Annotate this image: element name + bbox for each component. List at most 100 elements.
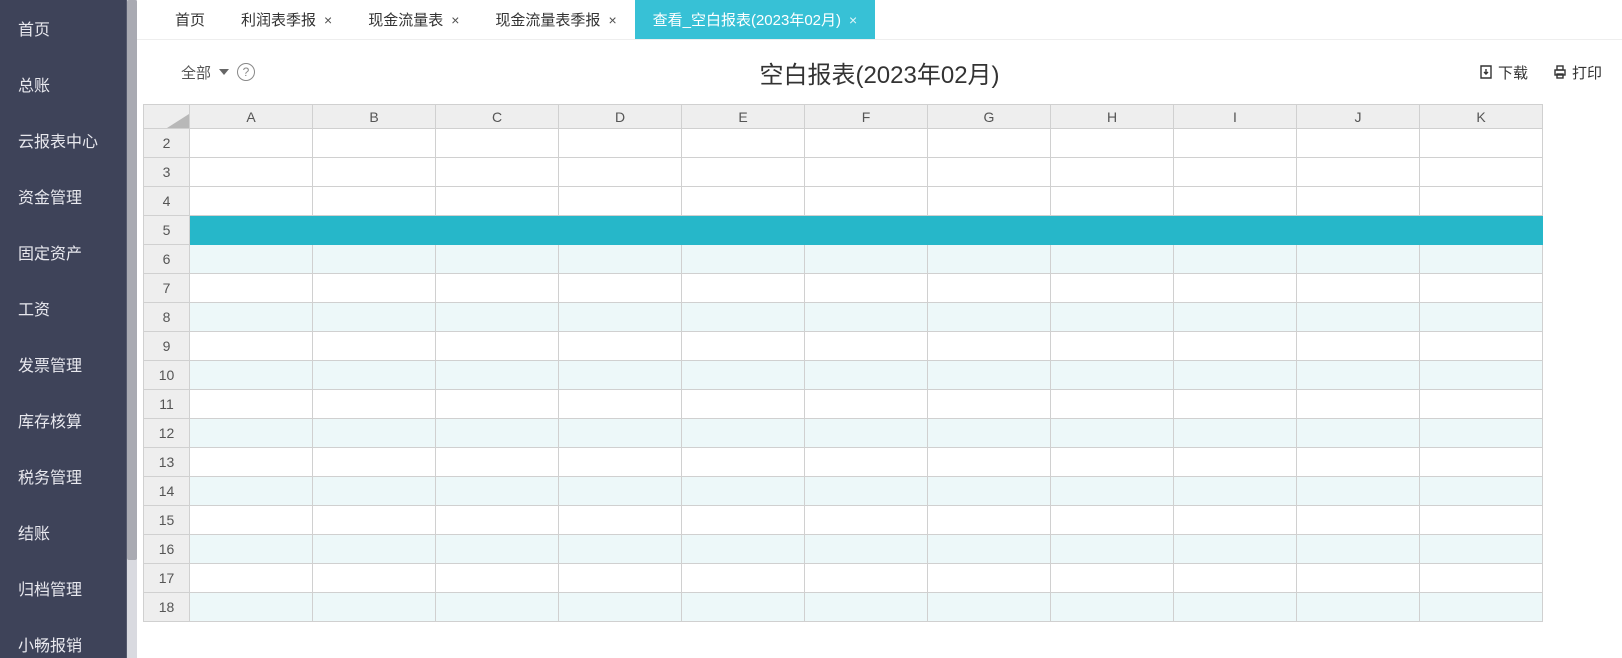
- cell[interactable]: [928, 564, 1051, 593]
- row-header[interactable]: 7: [144, 274, 190, 303]
- cell[interactable]: [436, 390, 559, 419]
- cell[interactable]: [190, 448, 313, 477]
- cell[interactable]: [1420, 303, 1543, 332]
- select-all-cell[interactable]: [144, 105, 190, 129]
- column-header[interactable]: F: [805, 105, 928, 129]
- sidebar-item-closing[interactable]: 结账: [0, 504, 126, 560]
- cell[interactable]: [805, 187, 928, 216]
- cell[interactable]: [1051, 390, 1174, 419]
- cell[interactable]: [682, 187, 805, 216]
- cell[interactable]: [1051, 216, 1174, 245]
- cell[interactable]: [436, 332, 559, 361]
- sidebar-item-payroll[interactable]: 工资: [0, 280, 126, 336]
- cell[interactable]: [1420, 129, 1543, 158]
- cell[interactable]: [682, 158, 805, 187]
- cell[interactable]: [1051, 593, 1174, 622]
- cell[interactable]: [1297, 593, 1420, 622]
- cell[interactable]: [682, 564, 805, 593]
- cell[interactable]: [559, 332, 682, 361]
- cell[interactable]: [559, 593, 682, 622]
- cell[interactable]: [313, 158, 436, 187]
- close-icon[interactable]: ×: [608, 12, 616, 28]
- cell[interactable]: [805, 129, 928, 158]
- cell[interactable]: [190, 303, 313, 332]
- cell[interactable]: [682, 245, 805, 274]
- cell[interactable]: [190, 419, 313, 448]
- cell[interactable]: [928, 129, 1051, 158]
- cell[interactable]: [928, 506, 1051, 535]
- cell[interactable]: [805, 245, 928, 274]
- cell[interactable]: [805, 390, 928, 419]
- cell[interactable]: [559, 564, 682, 593]
- cell[interactable]: [190, 158, 313, 187]
- cell[interactable]: [682, 332, 805, 361]
- cell[interactable]: [805, 593, 928, 622]
- cell[interactable]: [1297, 361, 1420, 390]
- row-header[interactable]: 15: [144, 506, 190, 535]
- sidebar-item-ledger[interactable]: 总账: [0, 56, 126, 112]
- cell[interactable]: [1051, 303, 1174, 332]
- cell[interactable]: [1297, 535, 1420, 564]
- cell[interactable]: [1174, 303, 1297, 332]
- row-header[interactable]: 10: [144, 361, 190, 390]
- cell[interactable]: [682, 129, 805, 158]
- cell[interactable]: [1174, 129, 1297, 158]
- row-header[interactable]: 17: [144, 564, 190, 593]
- cell[interactable]: [436, 158, 559, 187]
- cell[interactable]: [313, 419, 436, 448]
- cell[interactable]: [1051, 245, 1174, 274]
- cell[interactable]: [1174, 361, 1297, 390]
- row-header[interactable]: 9: [144, 332, 190, 361]
- cell[interactable]: [1297, 332, 1420, 361]
- cell[interactable]: [805, 303, 928, 332]
- cell[interactable]: [1297, 506, 1420, 535]
- cell[interactable]: [1051, 129, 1174, 158]
- cell[interactable]: [1420, 593, 1543, 622]
- cell[interactable]: [1051, 477, 1174, 506]
- cell[interactable]: [559, 477, 682, 506]
- column-header[interactable]: J: [1297, 105, 1420, 129]
- column-header[interactable]: H: [1051, 105, 1174, 129]
- cell[interactable]: [559, 187, 682, 216]
- sidebar-item-home[interactable]: 首页: [0, 0, 126, 56]
- cell[interactable]: [805, 564, 928, 593]
- cell[interactable]: [928, 390, 1051, 419]
- cell[interactable]: [1420, 332, 1543, 361]
- tab-view-blank-report[interactable]: 查看_空白报表(2023年02月) ×: [635, 0, 876, 39]
- cell[interactable]: [559, 390, 682, 419]
- cell[interactable]: [682, 274, 805, 303]
- cell[interactable]: [436, 245, 559, 274]
- cell[interactable]: [1420, 448, 1543, 477]
- column-header[interactable]: A: [190, 105, 313, 129]
- cell[interactable]: [436, 361, 559, 390]
- cell[interactable]: [559, 419, 682, 448]
- sidebar-item-expense[interactable]: 小畅报销: [0, 616, 126, 658]
- row-header[interactable]: 16: [144, 535, 190, 564]
- cell[interactable]: [1297, 129, 1420, 158]
- cell[interactable]: [682, 303, 805, 332]
- cell[interactable]: [1297, 477, 1420, 506]
- cell[interactable]: [559, 506, 682, 535]
- cell[interactable]: [436, 129, 559, 158]
- cell[interactable]: [1051, 448, 1174, 477]
- spreadsheet-area[interactable]: ABCDEFGHIJK23456789101112131415161718: [137, 104, 1622, 658]
- cell[interactable]: [436, 506, 559, 535]
- cell[interactable]: [682, 535, 805, 564]
- cell[interactable]: [682, 361, 805, 390]
- cell[interactable]: [1051, 187, 1174, 216]
- cell[interactable]: [1297, 187, 1420, 216]
- cell[interactable]: [313, 477, 436, 506]
- row-header[interactable]: 11: [144, 390, 190, 419]
- row-header[interactable]: 12: [144, 419, 190, 448]
- cell[interactable]: [313, 129, 436, 158]
- cell[interactable]: [1297, 564, 1420, 593]
- cell[interactable]: [559, 361, 682, 390]
- row-header[interactable]: 5: [144, 216, 190, 245]
- cell[interactable]: [313, 361, 436, 390]
- cell[interactable]: [436, 477, 559, 506]
- cell[interactable]: [1420, 535, 1543, 564]
- cell[interactable]: [190, 187, 313, 216]
- cell[interactable]: [436, 593, 559, 622]
- cell[interactable]: [1051, 332, 1174, 361]
- cell[interactable]: [682, 477, 805, 506]
